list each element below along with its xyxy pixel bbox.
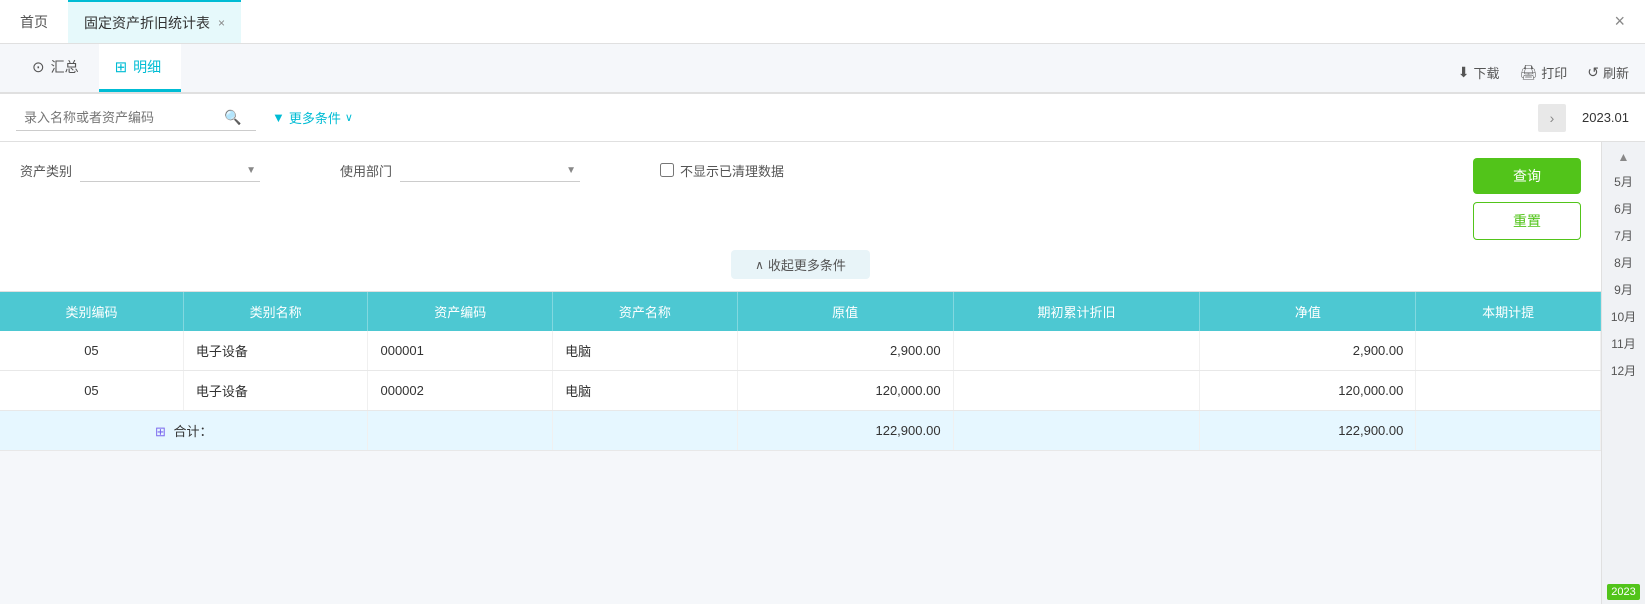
row2-net-value: 120,000.00 (1200, 371, 1416, 411)
col-header-net-value: 净值 (1200, 292, 1416, 331)
total-empty1 (368, 411, 553, 451)
department-select[interactable] (400, 158, 580, 182)
total-net-value: 122,900.00 (1200, 411, 1416, 451)
total-label-cell: ⊞ 合计： (0, 411, 368, 451)
col-header-asset-code: 资产编码 (368, 292, 553, 331)
col-header-period-dep: 本期计提 (1416, 292, 1601, 331)
tab-detail[interactable]: ⊞ 明细 (99, 44, 182, 92)
row1-category: 电子设备 (183, 331, 368, 371)
sidebar-month-10[interactable]: 10月 (1602, 303, 1645, 330)
row2-category: 电子设备 (183, 371, 368, 411)
total-original-value: 122,900.00 (737, 411, 953, 451)
total-period-dep (1416, 411, 1601, 451)
asset-category-field: 资产类别 ▼ (20, 158, 300, 182)
filter-icon: ▼ (272, 110, 285, 125)
department-label: 使用部门 (340, 161, 392, 180)
col-header-code: 类别编码 (0, 292, 183, 331)
collapse-filter-button[interactable]: ∧ 收起更多条件 (731, 250, 870, 279)
window-close-button[interactable]: × (1594, 11, 1645, 32)
row1-period-dep (1416, 331, 1601, 371)
col-header-accumulated: 期初累计折旧 (953, 292, 1200, 331)
row2-asset-code: 000002 (368, 371, 553, 411)
active-tab[interactable]: 固定资产折旧统计表 × (68, 0, 241, 43)
asset-category-label: 资产类别 (20, 161, 72, 180)
row2-asset-name: 电脑 (553, 371, 738, 411)
period-label: 2023.01 (1582, 110, 1629, 125)
chevron-down-icon: ∨ (345, 111, 353, 124)
period-arrow[interactable]: › (1538, 104, 1566, 132)
row1-accumulated (953, 331, 1200, 371)
row1-asset-code: 000001 (368, 331, 553, 371)
sidebar-month-9[interactable]: 9月 (1602, 276, 1645, 303)
row2-original-value: 120,000.00 (737, 371, 953, 411)
total-icon: ⊞ (155, 424, 166, 439)
asset-category-select[interactable] (80, 158, 260, 182)
row1-original-value: 2,900.00 (737, 331, 953, 371)
total-accumulated (953, 411, 1200, 451)
sidebar-month-5[interactable]: 5月 (1602, 168, 1645, 195)
col-header-category: 类别名称 (183, 292, 368, 331)
col-header-asset-name: 资产名称 (553, 292, 738, 331)
hide-cleared-checkbox[interactable] (660, 163, 674, 177)
collapse-icon: ∧ (755, 258, 764, 272)
download-button[interactable]: ⬇ 下载 (1458, 63, 1500, 82)
total-empty2 (553, 411, 738, 451)
sidebar-month-7[interactable]: 7月 (1602, 222, 1645, 249)
year-badge: 2023 (1607, 584, 1639, 600)
total-label: 合计： (174, 424, 213, 439)
tab-close-icon[interactable]: × (218, 16, 225, 30)
row2-period-dep (1416, 371, 1601, 411)
query-button[interactable]: 查询 (1473, 158, 1581, 194)
search-icon: 🔍 (224, 109, 241, 126)
sidebar-up-arrow[interactable]: ▲ (1602, 146, 1645, 168)
detail-tab-label: 明细 (133, 57, 161, 77)
summary-tab-icon: ⊙ (32, 58, 45, 76)
col-header-original-value: 原值 (737, 292, 953, 331)
sidebar-month-6[interactable]: 6月 (1602, 195, 1645, 222)
row2-code: 05 (0, 371, 183, 411)
print-button[interactable]: 🖨 打印 (1519, 63, 1567, 82)
download-icon: ⬇ (1458, 64, 1470, 81)
summary-tab-label: 汇总 (51, 57, 79, 77)
department-field: 使用部门 ▼ (340, 158, 620, 182)
table-row: 05 电子设备 000002 电脑 120,000.00 120,000.00 (0, 371, 1601, 411)
hide-cleared-field: 不显示已清理数据 (660, 161, 784, 180)
reset-button[interactable]: 重置 (1473, 202, 1581, 240)
tab-label: 固定资产折旧统计表 (84, 13, 210, 33)
refresh-icon: ↺ (1587, 64, 1599, 81)
sidebar-month-8[interactable]: 8月 (1602, 249, 1645, 276)
row2-accumulated (953, 371, 1200, 411)
hide-cleared-label: 不显示已清理数据 (680, 161, 784, 180)
refresh-button[interactable]: ↺ 刷新 (1587, 63, 1629, 82)
detail-tab-icon: ⊞ (115, 58, 128, 76)
tab-summary[interactable]: ⊙ 汇总 (16, 44, 99, 92)
row1-asset-name: 电脑 (553, 331, 738, 371)
total-row: ⊞ 合计： 122,900.00 122,900.00 (0, 411, 1601, 451)
print-icon: 🖨 (1519, 64, 1537, 81)
row1-net-value: 2,900.00 (1200, 331, 1416, 371)
home-nav[interactable]: 首页 (0, 0, 68, 43)
row1-code: 05 (0, 331, 183, 371)
more-filter-button[interactable]: ▼ 更多条件 ∨ (272, 108, 353, 127)
search-input[interactable] (24, 110, 224, 125)
sidebar-month-12[interactable]: 12月 (1602, 357, 1645, 384)
sidebar-month-11[interactable]: 11月 (1602, 330, 1645, 357)
table-row: 05 电子设备 000001 电脑 2,900.00 2,900.00 (0, 331, 1601, 371)
